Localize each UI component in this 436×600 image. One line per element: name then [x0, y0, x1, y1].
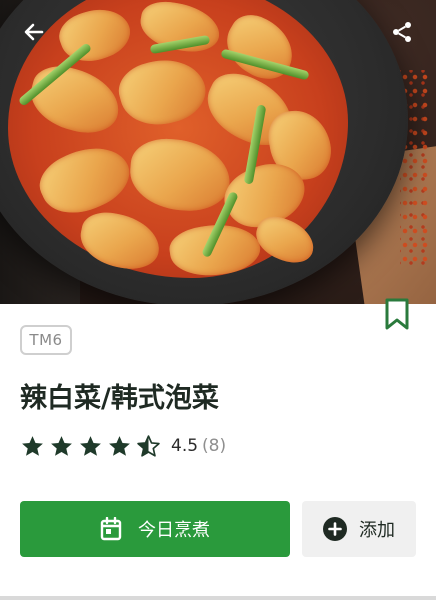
plus-circle-icon — [323, 517, 347, 541]
back-button[interactable] — [18, 16, 50, 48]
bottom-divider — [0, 596, 436, 600]
star-full-icon — [109, 435, 130, 456]
rating-stars — [20, 434, 161, 459]
rating-count: (8) — [202, 436, 227, 456]
rating: 4.5 (8) — [20, 432, 226, 460]
share-button[interactable] — [386, 16, 418, 48]
cook-today-label: 今日烹煮 — [138, 520, 210, 541]
star-full-icon — [22, 435, 43, 456]
bookmark-button[interactable] — [383, 297, 411, 331]
star-full-icon — [51, 435, 72, 456]
device-badge: TM6 — [20, 325, 72, 355]
recipe-hero-image — [0, 0, 436, 304]
add-button[interactable]: 添加 — [302, 501, 416, 557]
rating-value: 4.5 — [171, 436, 199, 456]
share-icon — [393, 22, 411, 42]
bookmark-icon — [385, 298, 409, 330]
calendar-icon — [100, 517, 122, 541]
recipe-title: 辣白菜/韩式泡菜 — [20, 383, 219, 414]
star-half-icon — [137, 434, 160, 457]
star-full-icon — [80, 435, 101, 456]
arrow-left-icon — [24, 23, 44, 41]
cook-today-button[interactable]: 今日烹煮 — [20, 501, 290, 557]
add-label: 添加 — [359, 520, 395, 541]
